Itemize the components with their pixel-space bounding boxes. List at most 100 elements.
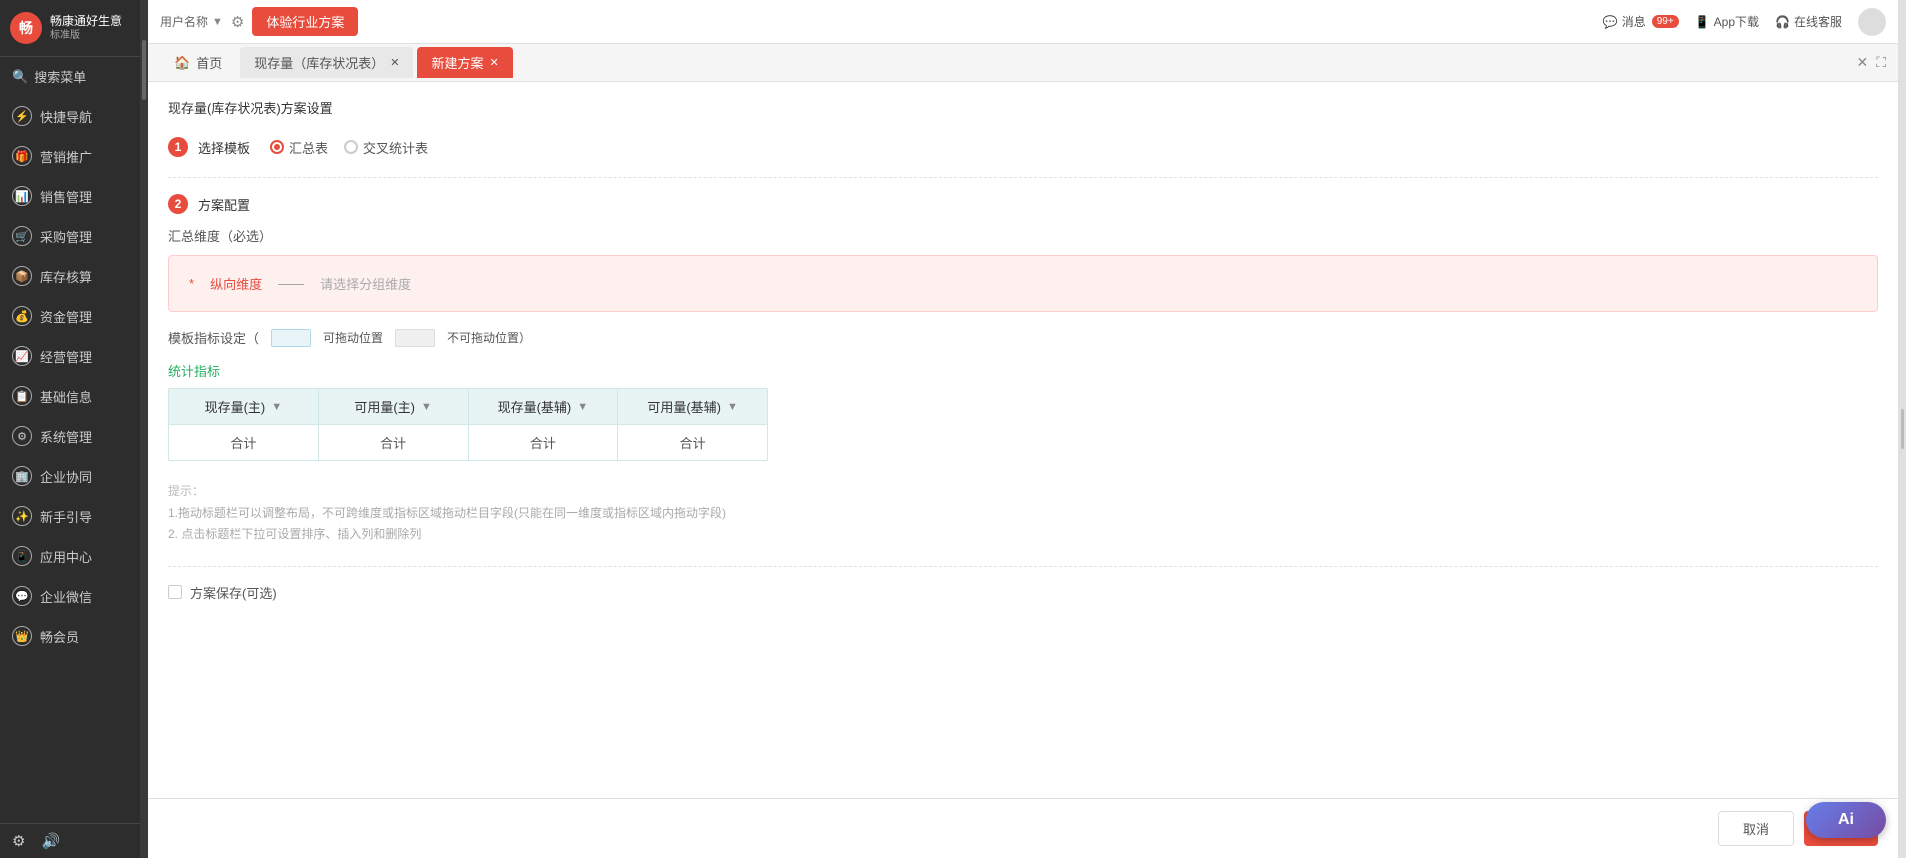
tab-inventory-status[interactable]: 现存量（库存状况表） ✕ xyxy=(240,47,413,78)
message-icon: 💬 xyxy=(1603,15,1618,29)
step2-label: 方案配置 xyxy=(198,195,250,214)
step1-header: 1 选择模板 汇总表 交叉统计表 xyxy=(168,137,1878,157)
save-divider xyxy=(168,566,1878,567)
step1-label: 选择模板 xyxy=(198,138,250,157)
sales-icon: 📊 xyxy=(12,186,32,206)
sidebar-item-operations[interactable]: 📈 经营管理 xyxy=(0,336,140,376)
page-title: 现存量(库存状况表)方案设置 xyxy=(168,98,1878,117)
col0-dropdown-icon[interactable]: ▼ xyxy=(271,401,282,413)
quick-nav-icon: ⚡ xyxy=(12,106,32,126)
sidebar-logo: 畅 畅康通好生意 标准版 xyxy=(0,0,140,57)
app-logo-icon: 畅 xyxy=(10,12,42,44)
tabbar: 🏠 首页 现存量（库存状况表） ✕ 新建方案 ✕ ✕ ⛶ xyxy=(148,44,1898,82)
topbar: 用户名称 ▼ ⚙ 体验行业方案 💬 消息 99+ 📱 App下载 🎧 在线客服 xyxy=(148,0,1898,44)
sidebar-item-sales[interactable]: 📊 销售管理 xyxy=(0,176,140,216)
movable-indicator-box xyxy=(271,329,311,347)
cancel-button[interactable]: 取消 xyxy=(1718,811,1794,846)
sidebar-item-enterprise[interactable]: 🏢 企业协同 xyxy=(0,456,140,496)
sidebar-item-basic-info[interactable]: 📋 基础信息 xyxy=(0,376,140,416)
col2-dropdown-icon[interactable]: ▼ xyxy=(577,401,588,413)
ai-float-button[interactable]: Ai xyxy=(1806,802,1886,838)
step2-number: 2 xyxy=(168,194,188,214)
basic-info-icon: 📋 xyxy=(12,386,32,406)
col-current-main[interactable]: 现存量(主) ▼ xyxy=(169,389,319,424)
sidebar-item-marketing[interactable]: 🎁 营销推广 xyxy=(0,136,140,176)
tab-new-scheme[interactable]: 新建方案 ✕ xyxy=(417,47,512,78)
col-available-main[interactable]: 可用量(主) ▼ xyxy=(319,389,469,424)
cell-subtotal-3: 合计 xyxy=(618,425,767,460)
stats-table: 现存量(主) ▼ 可用量(主) ▼ 现存量(基辅) ▼ 可用量(基辅) xyxy=(168,388,768,461)
settings-gear-icon[interactable]: ⚙ xyxy=(231,13,244,31)
col3-dropdown-icon[interactable]: ▼ xyxy=(727,401,738,413)
app-download-button[interactable]: 📱 App下载 xyxy=(1695,13,1759,30)
sidebar-scrollbar[interactable] xyxy=(140,0,148,858)
speaker-icon[interactable]: 🔊 xyxy=(41,832,60,850)
enterprise-icon: 🏢 xyxy=(12,466,32,486)
movable-label: 可拖动位置 xyxy=(323,329,383,346)
sidebar: 畅 畅康通好生意 标准版 🔍 搜索菜单 ⚡ 快捷导航 🎁 营销推广 📊 销售管理… xyxy=(0,0,140,858)
user-dropdown-icon[interactable]: ▼ xyxy=(212,16,223,28)
operations-icon: 📈 xyxy=(12,346,32,366)
sidebar-item-wechat[interactable]: 💬 企业微信 xyxy=(0,576,140,616)
user-area: 用户名称 ▼ xyxy=(160,13,223,30)
inventory-icon: 📦 xyxy=(12,266,32,286)
sidebar-bottom: ⚙ 🔊 xyxy=(0,823,140,858)
home-icon: 🏠 xyxy=(174,55,190,71)
finance-icon: 💰 xyxy=(12,306,32,326)
template-indicator: 模板指标设定（ 可拖动位置 不可拖动位置） xyxy=(168,328,1878,347)
step1-section: 1 选择模板 汇总表 交叉统计表 xyxy=(168,137,1878,157)
message-button[interactable]: 💬 消息 99+ xyxy=(1603,13,1679,30)
stats-table-row: 合计 合计 合计 合计 xyxy=(169,424,767,460)
radio-summary[interactable]: 汇总表 xyxy=(270,138,328,157)
topbar-right: 💬 消息 99+ 📱 App下载 🎧 在线客服 xyxy=(1603,8,1886,36)
sidebar-item-app-center[interactable]: 📱 应用中心 xyxy=(0,536,140,576)
tab-close-new-scheme[interactable]: ✕ xyxy=(489,56,498,69)
sidebar-item-new-guide[interactable]: ✨ 新手引导 xyxy=(0,496,140,536)
app-center-icon: 📱 xyxy=(12,546,32,566)
template-radio-group: 汇总表 交叉统计表 xyxy=(270,138,428,157)
headset-icon: 🎧 xyxy=(1775,15,1790,29)
step-divider xyxy=(168,177,1878,178)
user-avatar[interactable] xyxy=(1858,8,1886,36)
dimension-label: 汇总维度（必选） xyxy=(168,226,1878,245)
radio-dot-cross xyxy=(344,140,358,154)
online-service-button[interactable]: 🎧 在线客服 xyxy=(1775,13,1842,30)
sidebar-item-finance[interactable]: 💰 资金管理 xyxy=(0,296,140,336)
save-option: 方案保存(可选) xyxy=(168,583,1878,602)
app-name: 畅康通好生意 标准版 xyxy=(50,13,122,44)
fixed-label: 不可拖动位置） xyxy=(447,329,531,346)
hint-2: 2. 点击标题栏下拉可设置排序、插入列和删除列 xyxy=(168,524,1878,546)
col-current-aux[interactable]: 现存量(基辅) ▼ xyxy=(469,389,619,424)
sidebar-item-system[interactable]: ⚙ 系统管理 xyxy=(0,416,140,456)
sidebar-item-purchase[interactable]: 🛒 采购管理 xyxy=(0,216,140,256)
dimension-field-label: 纵向维度 xyxy=(210,274,262,293)
fixed-indicator-box xyxy=(395,329,435,347)
sidebar-item-inventory[interactable]: 📦 库存核算 xyxy=(0,256,140,296)
cell-subtotal-2: 合计 xyxy=(469,425,619,460)
content-area: 现存量(库存状况表)方案设置 1 选择模板 汇总表 交叉统计表 xyxy=(148,82,1898,798)
topbar-left: 用户名称 ▼ ⚙ 体验行业方案 xyxy=(160,7,1595,36)
tab-close-all-icon[interactable]: ✕ xyxy=(1856,54,1868,71)
tab-close-inventory[interactable]: ✕ xyxy=(390,56,399,69)
membership-icon: 👑 xyxy=(12,626,32,646)
sidebar-item-quick-nav[interactable]: ⚡ 快捷导航 xyxy=(0,96,140,136)
industry-solution-button[interactable]: 体验行业方案 xyxy=(252,7,358,36)
tab-home[interactable]: 🏠 首页 xyxy=(160,47,236,78)
save-checkbox[interactable] xyxy=(168,585,182,599)
step1-number: 1 xyxy=(168,137,188,157)
stats-table-header: 现存量(主) ▼ 可用量(主) ▼ 现存量(基辅) ▼ 可用量(基辅) xyxy=(169,389,767,424)
step2-section: 2 方案配置 汇总维度（必选） * 纵向维度 —— 请选择分组维度 模板指标设定… xyxy=(168,194,1878,546)
col1-dropdown-icon[interactable]: ▼ xyxy=(421,401,432,413)
hint-1: 1.拖动标题栏可以调整布局，不可跨维度或指标区域拖动栏目字段(只能在同一维度或指… xyxy=(168,503,1878,525)
settings-icon[interactable]: ⚙ xyxy=(12,832,25,850)
tab-expand-icon[interactable]: ⛶ xyxy=(1876,54,1886,71)
sidebar-search[interactable]: 🔍 搜索菜单 xyxy=(0,57,140,96)
right-resize-handle[interactable] xyxy=(1898,0,1906,858)
dimension-required-area[interactable]: * 纵向维度 —— 请选择分组维度 xyxy=(168,255,1878,312)
dimension-arrow: —— xyxy=(278,276,304,291)
col-available-aux[interactable]: 可用量(基辅) ▼ xyxy=(618,389,767,424)
radio-dot-summary xyxy=(270,140,284,154)
sidebar-item-membership[interactable]: 👑 畅会员 xyxy=(0,616,140,656)
marketing-icon: 🎁 xyxy=(12,146,32,166)
radio-cross[interactable]: 交叉统计表 xyxy=(344,138,428,157)
